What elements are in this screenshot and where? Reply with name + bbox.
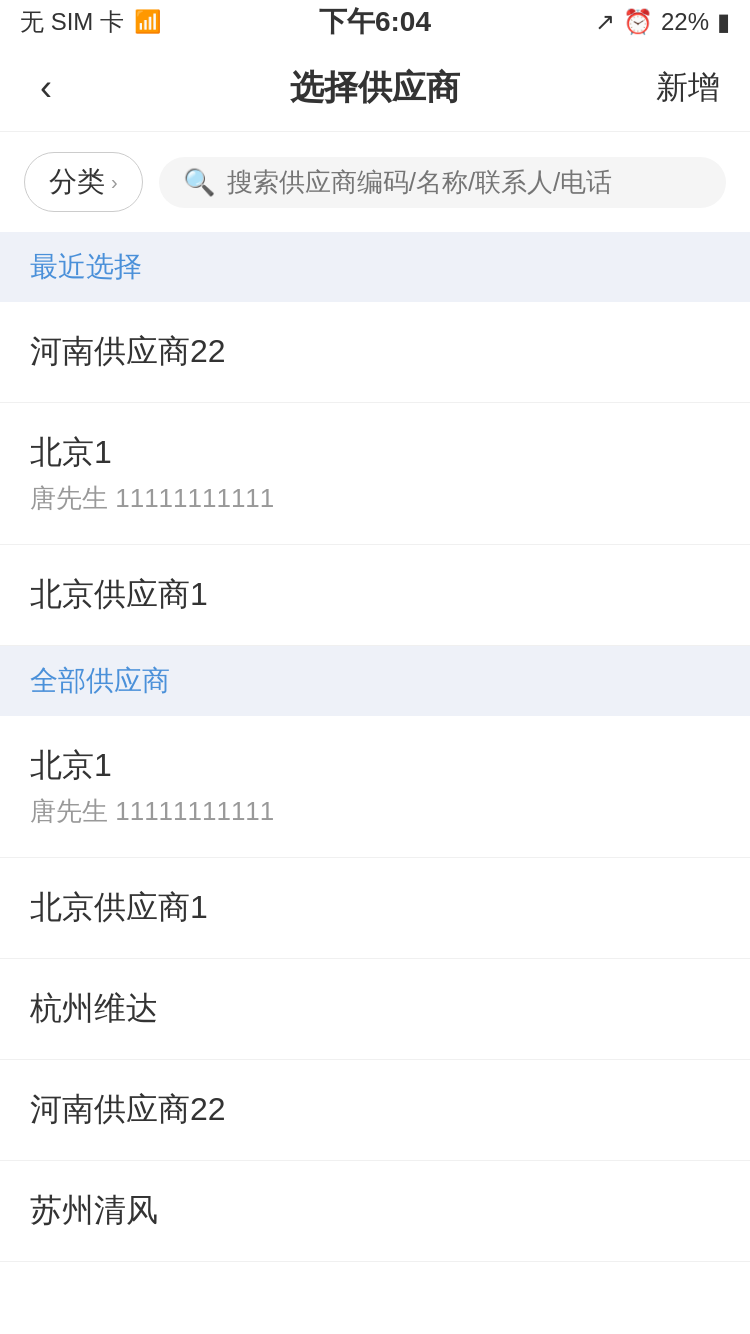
list-item[interactable]: 河南供应商22	[0, 1060, 750, 1161]
recent-section-label: 最近选择	[30, 251, 142, 282]
list-item[interactable]: 杭州维达	[0, 959, 750, 1060]
list-item[interactable]: 北京供应商1	[0, 858, 750, 959]
item-name: 北京1	[30, 744, 720, 788]
battery-icon: ▮	[717, 8, 730, 36]
all-items-list: 北京1 唐先生 11111111111 北京供应商1 杭州维达河南供应商22 苏州清风	[0, 716, 750, 1262]
search-box: 🔍	[159, 157, 726, 208]
status-right: ↗ ⏰ 22% ▮	[595, 8, 730, 36]
alarm-icon: ⏰	[623, 8, 653, 36]
all-section-header: 全部供应商	[0, 646, 750, 716]
list-item[interactable]: 北京1 唐先生 11111111111	[0, 716, 750, 858]
list-item[interactable]: 河南供应商22	[0, 302, 750, 403]
category-label: 分类	[49, 163, 105, 201]
search-icon: 🔍	[183, 167, 215, 198]
item-name: 杭州维达	[30, 987, 720, 1031]
status-time: 下午6:04	[319, 3, 431, 41]
back-button[interactable]: ‹	[30, 57, 62, 119]
location-icon: ↗	[595, 8, 615, 36]
item-name: 北京供应商1	[30, 573, 720, 617]
carrier-text: 无 SIM 卡	[20, 6, 124, 38]
status-bar: 无 SIM 卡 📶 下午6:04 ↗ ⏰ 22% ▮	[0, 0, 750, 44]
item-sub: 唐先生 11111111111	[30, 794, 720, 829]
nav-bar: ‹ 选择供应商 新增	[0, 44, 750, 132]
list-item[interactable]: 北京1 唐先生 11111111111	[0, 403, 750, 545]
battery-text: 22%	[661, 8, 709, 36]
status-left: 无 SIM 卡 📶	[20, 6, 161, 38]
item-name: 河南供应商22	[30, 1088, 720, 1132]
item-name: 河南供应商22	[30, 330, 720, 374]
category-button[interactable]: 分类 ›	[24, 152, 143, 212]
search-input[interactable]	[227, 167, 702, 198]
wifi-icon: 📶	[134, 9, 161, 35]
list-item[interactable]: 苏州清风	[0, 1161, 750, 1262]
recent-items-list: 河南供应商22 北京1 唐先生 11111111111 北京供应商1	[0, 302, 750, 646]
item-name: 苏州清风	[30, 1189, 720, 1233]
all-section-label: 全部供应商	[30, 665, 170, 696]
item-sub: 唐先生 11111111111	[30, 481, 720, 516]
item-name: 北京1	[30, 431, 720, 475]
filter-row: 分类 › 🔍	[0, 132, 750, 232]
item-name: 北京供应商1	[30, 886, 720, 930]
recent-section-header: 最近选择	[0, 232, 750, 302]
add-button[interactable]: 新增	[656, 66, 720, 110]
page-title: 选择供应商	[290, 65, 460, 111]
list-item[interactable]: 北京供应商1	[0, 545, 750, 646]
chevron-right-icon: ›	[111, 171, 118, 194]
